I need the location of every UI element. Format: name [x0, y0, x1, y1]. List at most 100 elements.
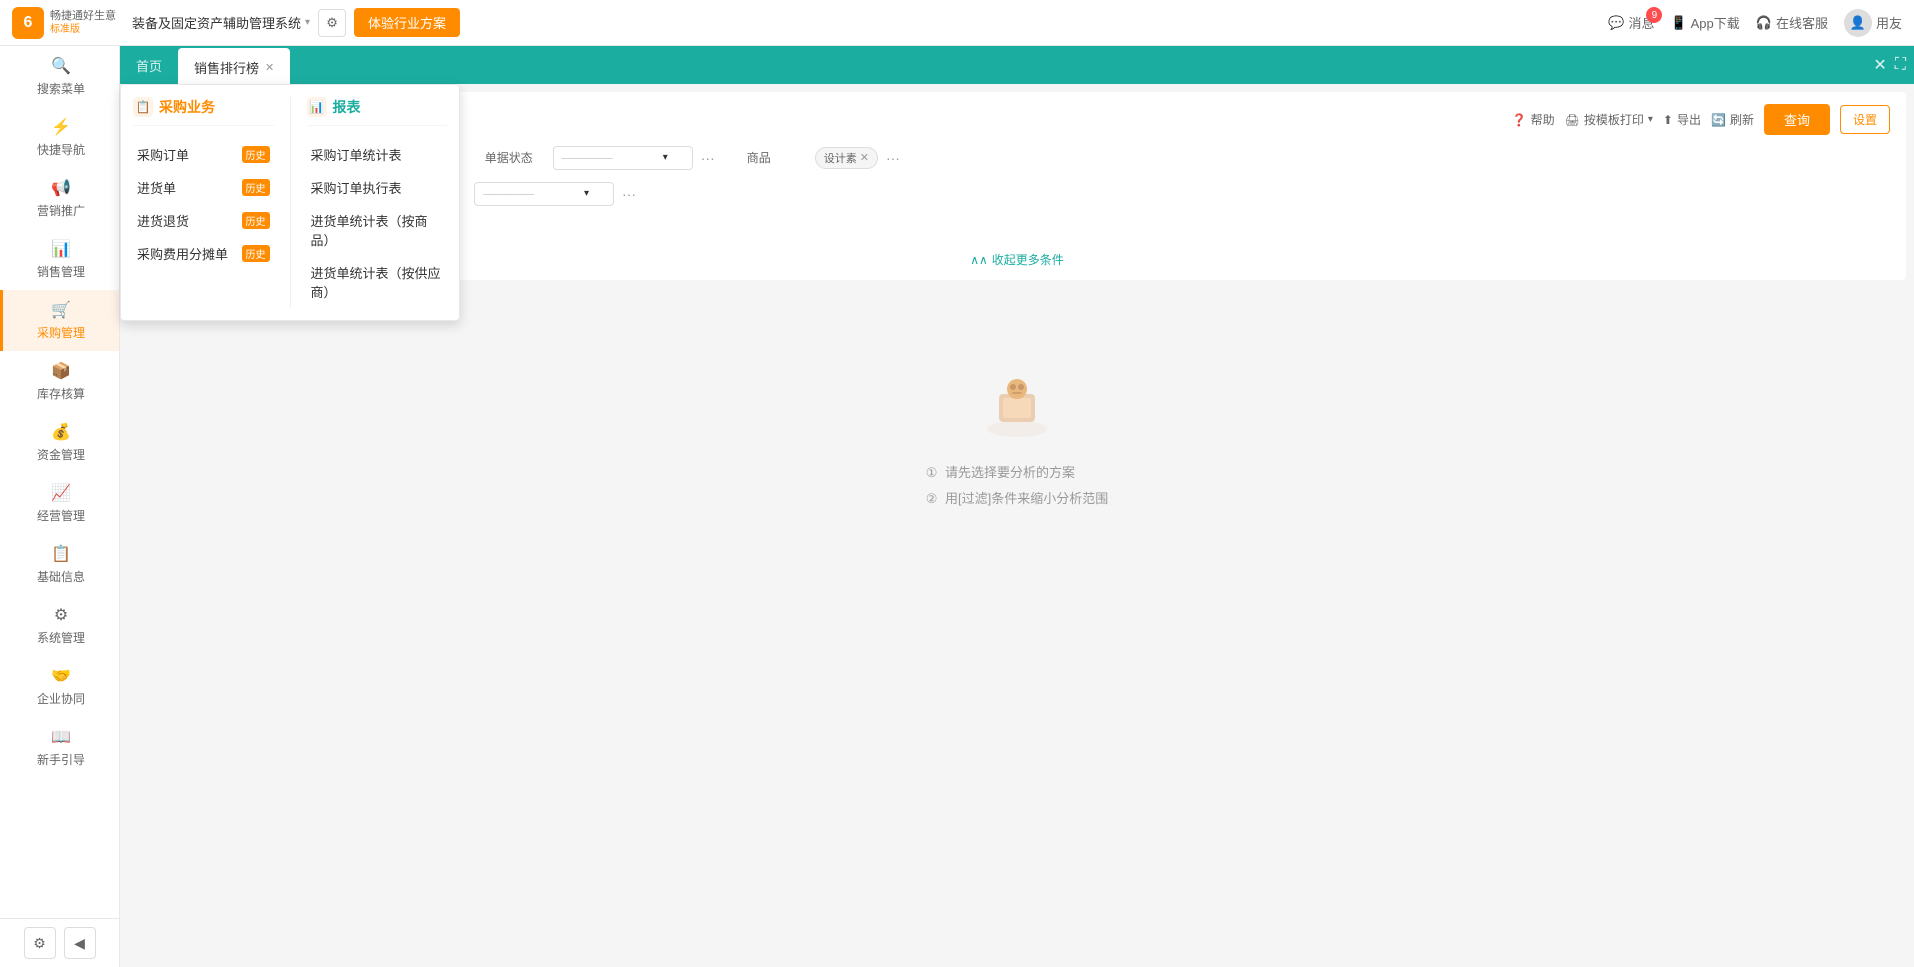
dropdown-item-goods-return[interactable]: 进货退货 历史	[133, 204, 274, 237]
logo-line2: 标准版	[50, 23, 116, 36]
sidebar-item-operations[interactable]: 📈 经营管理	[0, 473, 119, 534]
purchase-col-icon: 📋	[133, 97, 153, 117]
history-badge-3: 历史	[242, 245, 270, 262]
sidebar-collapse-btn[interactable]: ◀	[64, 927, 96, 959]
purchase-col: 📋 采购业务 采购订单 历史 进货单 历史 进货退货 历史 采购费用分摊单 历史	[133, 97, 274, 308]
sidebar-item-system[interactable]: ⚙ 系统管理	[0, 595, 119, 656]
history-badge-1: 历史	[242, 179, 270, 196]
dropdown-item-order-exec[interactable]: 采购订单执行表	[307, 171, 448, 204]
export-btn[interactable]: ⬆ 导出	[1663, 111, 1701, 128]
help-icon: ❓	[1512, 113, 1527, 127]
inventory-icon: 📦	[51, 361, 71, 381]
headset-icon: 🎧	[1756, 15, 1772, 31]
sidebar-item-base-info[interactable]: 📋 基础信息	[0, 534, 119, 595]
user-btn[interactable]: 👤 用友	[1844, 9, 1902, 37]
sales-icon: 📊	[51, 239, 71, 259]
chevron-down-icon[interactable]: ▾	[305, 17, 310, 28]
print-btn[interactable]: 🖨 按模板打印 ▾	[1565, 111, 1653, 128]
collapse-icon: ◀	[74, 935, 85, 952]
goods-tag-close[interactable]: ✕	[860, 151, 869, 164]
sidebar-bottom: ⚙ ◀	[0, 918, 119, 967]
tip-bullet-2: ②	[926, 491, 938, 506]
salesman-select[interactable]: ────── ▾	[474, 182, 614, 206]
logo-icon: 6	[12, 7, 44, 39]
salesman-ellipsis[interactable]: ···	[622, 186, 636, 202]
sidebar-item-purchase[interactable]: 🛒 采购管理	[0, 290, 119, 351]
dropdown-menu: 📋 采购业务 采购订单 历史 进货单 历史 进货退货 历史 采购费用分摊单 历史…	[120, 84, 460, 321]
tab-sales-rank[interactable]: 销售排行榜 ✕	[178, 48, 290, 86]
history-badge-2: 历史	[242, 212, 270, 229]
help-btn[interactable]: ❓ 帮助	[1512, 111, 1555, 128]
message-badge: 9	[1646, 7, 1662, 23]
gear-icon: ⚙	[326, 15, 338, 31]
message-btn[interactable]: 💬 消息 9	[1608, 13, 1654, 32]
sidebar-item-finance[interactable]: 💰 资金管理	[0, 412, 119, 473]
dropdown-item-purchase-expense[interactable]: 采购费用分摊单 历史	[133, 237, 274, 270]
logo-area: 6 畅捷通好生意 标准版	[12, 7, 132, 39]
dropdown-item-order-stats[interactable]: 采购订单统计表	[307, 138, 448, 171]
empty-tips: ① 请先选择要分析的方案 ② 用[过滤]条件来缩小分析范围	[926, 460, 1109, 512]
receipt-status-select[interactable]: ────── ▾	[553, 146, 693, 170]
history-badge-0: 历史	[242, 146, 270, 163]
sidebar-item-search[interactable]: 🔍 搜索菜单	[0, 46, 119, 107]
print-dropdown-icon[interactable]: ▾	[1648, 114, 1653, 125]
empty-state: ① 请先选择要分析的方案 ② 用[过滤]条件来缩小分析范围	[120, 288, 1914, 588]
tab-expand-icon[interactable]: ⛶	[1895, 56, 1906, 74]
top-header: 6 畅捷通好生意 标准版 装备及固定资产辅助管理系统 ▾ ⚙ 体验行业方案 💬 …	[0, 0, 1914, 46]
app-download-btn[interactable]: 📱 App下载	[1670, 13, 1739, 32]
sidebar-item-inventory[interactable]: 📦 库存核算	[0, 351, 119, 412]
sidebar-item-enterprise[interactable]: 🤝 企业协同	[0, 656, 119, 717]
sidebar-setting-btn[interactable]: ⚙	[24, 927, 56, 959]
sidebar-item-quick-nav[interactable]: ⚡ 快捷导航	[0, 107, 119, 168]
tip-bullet-1: ①	[926, 465, 938, 480]
tab-bar-right: ✕ ⛶	[1873, 55, 1914, 75]
sidebar: 🔍 搜索菜单 ⚡ 快捷导航 📢 营销推广 📊 销售管理 🛒 采购管理 📦 库存核…	[0, 46, 120, 967]
setting-icon: ⚙	[33, 935, 46, 952]
message-icon: 💬	[1608, 15, 1624, 31]
sidebar-item-guide[interactable]: 📖 新手引导	[0, 717, 119, 778]
dropdown-item-purchase-order[interactable]: 采购订单 历史	[133, 138, 274, 171]
tab-home[interactable]: 首页	[120, 46, 178, 84]
setting-btn[interactable]: 设置	[1840, 105, 1890, 134]
phone-icon: 📱	[1670, 15, 1686, 31]
sidebar-item-sales[interactable]: 📊 销售管理	[0, 229, 119, 290]
base-info-icon: 📋	[51, 544, 71, 564]
chevron-down-icon: ▾	[663, 152, 668, 163]
dropdown-item-goods-receipt[interactable]: 进货单 历史	[133, 171, 274, 204]
empty-illustration	[977, 364, 1057, 444]
system-title: 装备及固定资产辅助管理系统 ▾	[132, 13, 310, 32]
industry-btn[interactable]: 体验行业方案	[354, 8, 460, 37]
search-icon: 🔍	[51, 56, 71, 76]
operations-icon: 📈	[51, 483, 71, 503]
dropdown-item-goods-stats-by-product[interactable]: 进货单统计表（按商品）	[307, 204, 448, 256]
goods-filter: 商品 设计素 ✕ ···	[747, 147, 900, 169]
toolbar-right: ❓ 帮助 🖨 按模板打印 ▾ ⬆ 导出 🔄	[1512, 104, 1890, 135]
gear-button[interactable]: ⚙	[318, 9, 346, 37]
receipt-status-ellipsis[interactable]: ···	[701, 150, 715, 166]
goods-ellipsis[interactable]: ···	[886, 150, 900, 166]
dropdown-item-goods-stats-by-supplier[interactable]: 进货单统计表（按供应商）	[307, 256, 448, 308]
collapse-up-icon: ∧∧	[970, 253, 988, 267]
online-service-btn[interactable]: 🎧 在线客服	[1756, 13, 1828, 32]
report-col-header: 📊 报表	[307, 97, 448, 126]
header-right: 💬 消息 9 📱 App下载 🎧 在线客服 👤 用友	[1608, 9, 1902, 37]
tab-bar: 首页 销售排行榜 ✕ ✕ ⛶	[120, 46, 1914, 84]
tab-close-icon[interactable]: ✕	[265, 61, 274, 74]
avatar: 👤	[1844, 9, 1872, 37]
sidebar-item-marketing[interactable]: 📢 营销推广	[0, 168, 119, 229]
receipt-status-filter: 单据状态 ────── ▾ ···	[485, 146, 715, 170]
enterprise-icon: 🤝	[51, 666, 71, 686]
tab-close-all-icon[interactable]: ✕	[1873, 55, 1886, 75]
column-divider	[290, 97, 291, 308]
refresh-btn[interactable]: 🔄 刷新	[1711, 111, 1754, 128]
purchase-col-header: 📋 采购业务	[133, 97, 274, 126]
print-icon: 🖨	[1565, 113, 1580, 127]
report-col: 📊 报表 采购订单统计表 采购订单执行表 进货单统计表（按商品） 进货单统计表（…	[307, 97, 448, 308]
guide-icon: 📖	[51, 727, 71, 747]
collapse-btn[interactable]: ∧∧ 收起更多条件	[970, 251, 1064, 268]
header-middle: 装备及固定资产辅助管理系统 ▾ ⚙ 体验行业方案	[132, 8, 1608, 37]
goods-tag: 设计素 ✕	[815, 147, 878, 169]
query-btn[interactable]: 查询	[1764, 104, 1830, 135]
salesman-chevron-icon: ▾	[584, 188, 589, 199]
logo-text: 畅捷通好生意 标准版	[50, 9, 116, 36]
